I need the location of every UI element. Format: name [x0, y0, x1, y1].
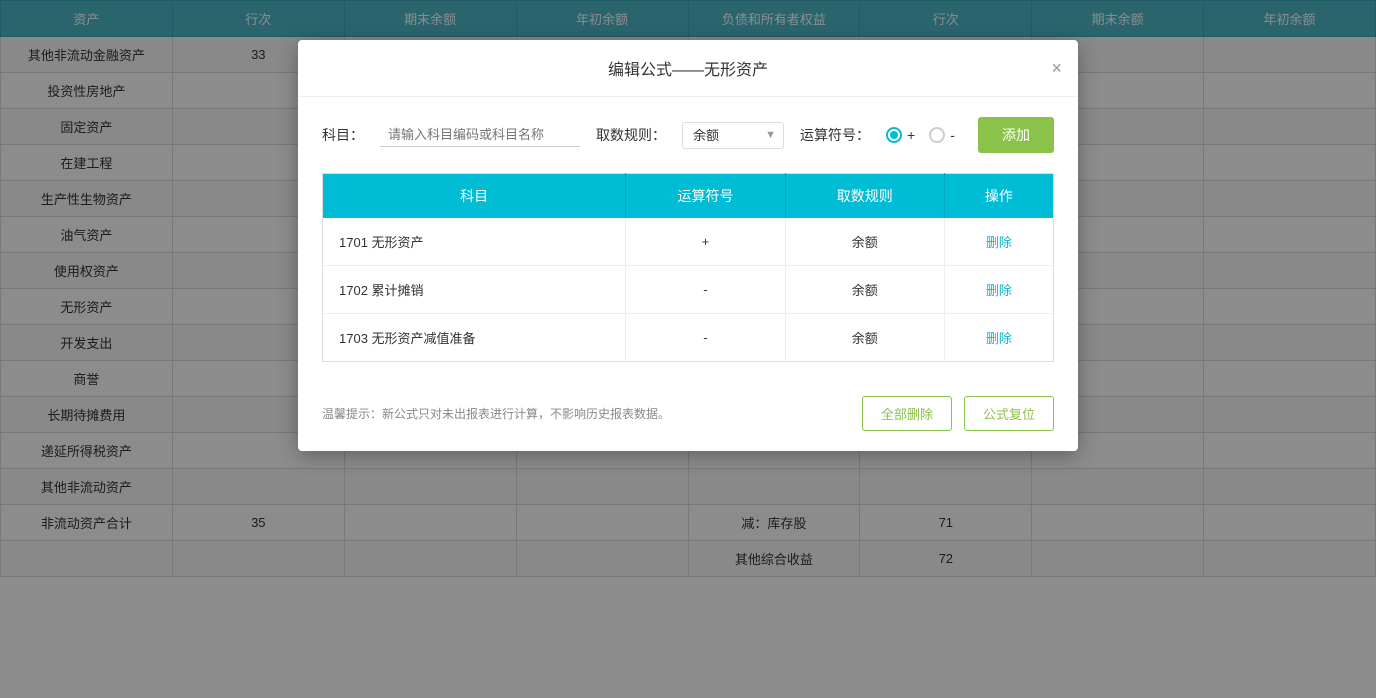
delete-row-button[interactable]: 删除: [986, 331, 1012, 346]
formula-operator: +: [626, 218, 785, 266]
formula-row: 1703 无形资产减值准备-余额 删除: [323, 314, 1054, 362]
th-action: 操作: [944, 174, 1053, 219]
operator-plus-radio[interactable]: +: [886, 127, 915, 143]
formula-rule: 余额: [785, 266, 944, 314]
th-rule: 取数规则: [785, 174, 944, 219]
th-subject: 科目: [323, 174, 626, 219]
form-row: 科目： 取数规则： 余额 借方发生额 贷方发生额 ▼ 运算符号： +: [322, 117, 1054, 153]
radio-minus-circle: [929, 127, 945, 143]
delete-row-button[interactable]: 删除: [986, 283, 1012, 298]
formula-action: 删除: [944, 314, 1053, 362]
rule-label: 取数规则：: [596, 125, 666, 145]
modal-body: 科目： 取数规则： 余额 借方发生额 贷方发生额 ▼ 运算符号： +: [298, 97, 1078, 382]
subject-input[interactable]: [380, 123, 580, 147]
formula-subject: 1701 无形资产: [323, 218, 626, 266]
delete-all-button[interactable]: 全部删除: [862, 396, 952, 431]
operator-plus-label: +: [907, 127, 915, 143]
modal-title: 编辑公式——无形资产: [608, 62, 768, 79]
footer-buttons: 全部删除 公式复位: [862, 396, 1054, 431]
operator-radio-group: + -: [886, 127, 955, 143]
subject-label: 科目：: [322, 125, 364, 145]
operator-label: 运算符号：: [800, 125, 870, 145]
formula-subject: 1702 累计摊销: [323, 266, 626, 314]
operator-minus-label: -: [950, 127, 955, 143]
formula-operator: -: [626, 266, 785, 314]
formula-rule: 余额: [785, 314, 944, 362]
formula-action: 删除: [944, 218, 1053, 266]
footer-tip: 温馨提示：新公式只对未出报表进行计算，不影响历史报表数据。: [322, 405, 670, 422]
rule-select[interactable]: 余额 借方发生额 贷方发生额: [682, 122, 784, 149]
formula-table: 科目 运算符号 取数规则 操作 1701 无形资产+余额删除1702 累计摊销-…: [322, 173, 1054, 362]
formula-operator: -: [626, 314, 785, 362]
formula-rule: 余额: [785, 218, 944, 266]
edit-formula-modal: 编辑公式——无形资产 × 科目： 取数规则： 余额 借方发生额 贷方发生额 ▼ …: [298, 40, 1078, 451]
rule-select-wrapper: 余额 借方发生额 贷方发生额 ▼: [682, 122, 784, 149]
formula-row: 1701 无形资产+余额 删除: [323, 218, 1054, 266]
radio-plus-circle: [886, 127, 902, 143]
th-operator: 运算符号: [626, 174, 785, 219]
operator-minus-radio[interactable]: -: [929, 127, 955, 143]
reset-formula-button[interactable]: 公式复位: [964, 396, 1054, 431]
delete-row-button[interactable]: 删除: [986, 235, 1012, 250]
formula-subject: 1703 无形资产减值准备: [323, 314, 626, 362]
modal-header: 编辑公式——无形资产 ×: [298, 40, 1078, 97]
formula-row: 1702 累计摊销-余额 删除: [323, 266, 1054, 314]
modal-footer: 温馨提示：新公式只对未出报表进行计算，不影响历史报表数据。 全部删除 公式复位: [298, 382, 1078, 451]
modal-close-button[interactable]: ×: [1051, 59, 1062, 77]
add-button[interactable]: 添加: [978, 117, 1054, 153]
formula-action: 删除: [944, 266, 1053, 314]
modal-overlay: 编辑公式——无形资产 × 科目： 取数规则： 余额 借方发生额 贷方发生额 ▼ …: [0, 0, 1376, 698]
table-header-row: 科目 运算符号 取数规则 操作: [323, 174, 1054, 219]
